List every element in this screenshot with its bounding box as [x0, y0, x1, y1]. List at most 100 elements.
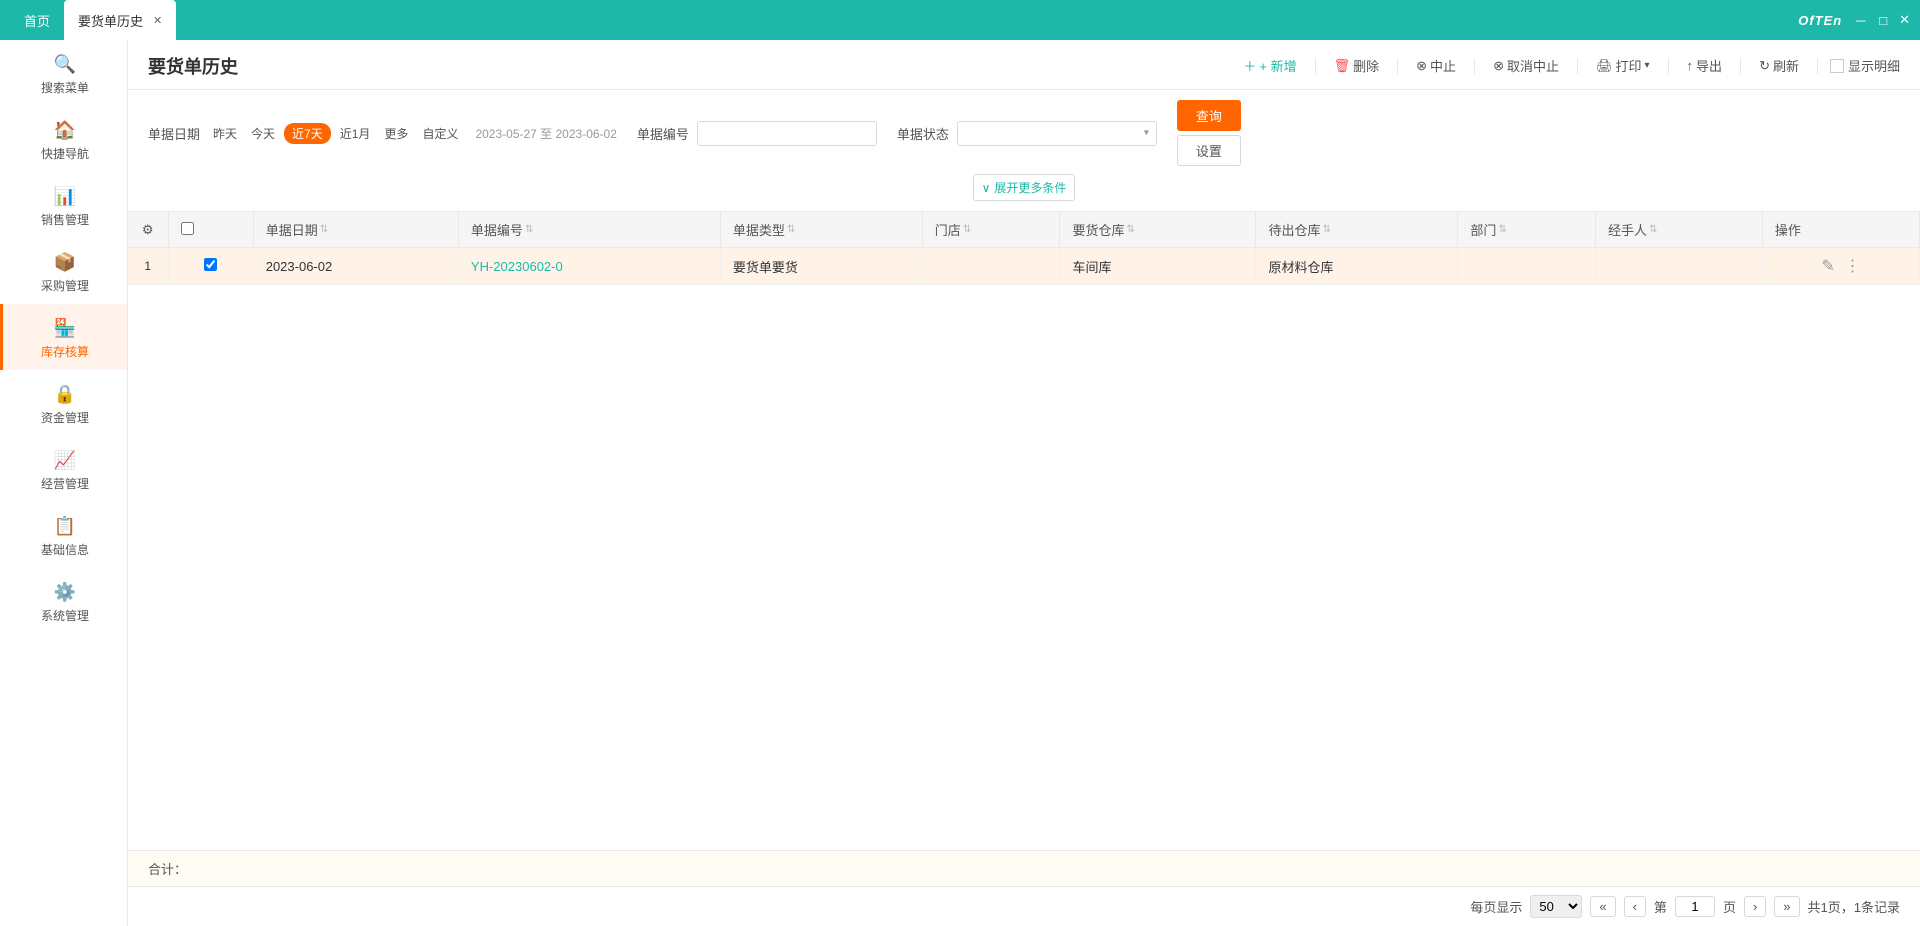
page-input-label: 第: [1654, 897, 1667, 916]
expand-more-icon: ∨: [982, 181, 991, 195]
page-header: 要货单历史 ＋ + 新增 🗑 删除 ⊗ 中止: [128, 40, 1920, 90]
content-area: 要货单历史 ＋ + 新增 🗑 删除 ⊗ 中止: [128, 40, 1920, 926]
col-settings[interactable]: ⚙: [128, 212, 168, 248]
cancel-stop-button[interactable]: ⊗ 取消中止: [1487, 52, 1565, 79]
stop-button[interactable]: ⊗ 中止: [1410, 52, 1462, 79]
col-req-warehouse-header[interactable]: 要货仓库 ⇅: [1060, 212, 1256, 248]
sidebar-item-inventory-calc[interactable]: 🏪 库存核算: [0, 304, 127, 370]
system-mgmt-icon: ⚙️: [54, 582, 76, 603]
purchase-mgmt-icon: 📦: [54, 252, 76, 273]
maximize-icon[interactable]: □: [1879, 13, 1887, 28]
sidebar-item-operations-mgmt[interactable]: 📈 经营管理: [0, 436, 127, 502]
row-edit-icon[interactable]: ✎: [1821, 258, 1834, 275]
date-filter-label: 单据日期: [148, 124, 200, 143]
toolbar: ＋ + 新增 🗑 删除 ⊗ 中止 ⊗: [1237, 52, 1900, 79]
bill-status-select[interactable]: [957, 121, 1157, 146]
sidebar-item-basic-info-label: 基础信息: [41, 541, 89, 558]
sort-req-warehouse-icon: ⇅: [1126, 224, 1134, 235]
sidebar-item-purchase-mgmt[interactable]: 📦 采购管理: [0, 238, 127, 304]
sidebar-item-finance-mgmt-label: 资金管理: [41, 409, 89, 426]
new-label: + 新增: [1259, 56, 1296, 75]
expand-more-button[interactable]: ∨ 展开更多条件: [973, 174, 1076, 201]
row-bill-no[interactable]: YH-20230602-0: [458, 248, 720, 285]
date-btn-1month[interactable]: 近1月: [335, 123, 376, 144]
col-bill-date-header[interactable]: 单据日期 ⇅: [253, 212, 458, 248]
prev-page-button[interactable]: ‹: [1624, 896, 1646, 917]
export-button[interactable]: ↑ 导出: [1681, 52, 1729, 79]
print-button[interactable]: 🖨 打印 ▾: [1590, 52, 1656, 79]
sort-store-icon: ⇅: [963, 224, 971, 235]
col-department-header[interactable]: 部门 ⇅: [1458, 212, 1596, 248]
table-area: ⚙ 单据日期 ⇅ 单据编号: [128, 212, 1920, 850]
divider3: [1474, 58, 1475, 74]
date-shortcuts: 昨天 今天 近7天 近1月 更多 自定义: [208, 123, 463, 144]
inventory-calc-icon: 🏪: [54, 318, 76, 339]
top-bar-right: OfTEn － □ ✕: [1798, 11, 1910, 30]
bill-status-select-wrapper: ▾: [957, 121, 1157, 146]
date-btn-7days[interactable]: 近7天: [284, 123, 331, 144]
sidebar-item-basic-info[interactable]: 📋 基础信息: [0, 502, 127, 568]
col-bill-type-header[interactable]: 单据类型 ⇅: [720, 212, 922, 248]
show-detail-toggle[interactable]: 显示明细: [1830, 56, 1900, 75]
row-req-warehouse: 车间库: [1060, 248, 1256, 285]
show-detail-checkbox[interactable]: [1830, 59, 1844, 73]
row-num: 1: [128, 248, 168, 285]
finance-mgmt-icon: 🔒: [54, 384, 76, 405]
sidebar: 🔍 搜索菜单 🏠 快捷导航 📊 销售管理 📦 采购管理 🏪 库存核算 🔒 资金管…: [0, 40, 128, 926]
next-page-button[interactable]: ›: [1744, 896, 1766, 917]
operations-mgmt-icon: 📈: [54, 450, 76, 471]
table-body: 1 2023-06-02 YH-20230602-0 要货单要货 车间库 原材料…: [128, 248, 1920, 285]
tab-home[interactable]: 首页: [10, 0, 64, 40]
show-detail-label: 显示明细: [1848, 56, 1900, 75]
sort-bill-date-icon: ⇅: [320, 224, 328, 235]
stop-icon: ⊗: [1416, 58, 1427, 74]
row-checkbox[interactable]: [168, 248, 253, 285]
refresh-button[interactable]: ↻ 刷新: [1753, 52, 1805, 79]
main-layout: 🔍 搜索菜单 🏠 快捷导航 📊 销售管理 📦 采购管理 🏪 库存核算 🔒 资金管…: [0, 40, 1920, 926]
sidebar-item-quick-nav[interactable]: 🏠 快捷导航: [0, 106, 127, 172]
query-button[interactable]: 查询: [1177, 100, 1241, 131]
delete-button[interactable]: 🗑 删除: [1328, 52, 1386, 79]
stop-label: 中止: [1430, 56, 1456, 75]
divider1: [1315, 58, 1316, 74]
per-page-select[interactable]: 20 50 100 200: [1530, 895, 1582, 918]
settings-col-icon[interactable]: ⚙: [142, 222, 154, 237]
print-label: 打印: [1616, 56, 1642, 75]
minimize-icon[interactable]: －: [1854, 11, 1867, 30]
last-page-button[interactable]: »: [1774, 896, 1799, 917]
row-pending-warehouse: 原材料仓库: [1256, 248, 1458, 285]
sidebar-item-sales-mgmt[interactable]: 📊 销售管理: [0, 172, 127, 238]
sidebar-item-finance-mgmt[interactable]: 🔒 资金管理: [0, 370, 127, 436]
close-icon[interactable]: ✕: [1899, 12, 1910, 28]
bill-no-label: 单据编号: [637, 124, 689, 143]
bill-status-label: 单据状态: [897, 124, 949, 143]
setting-button[interactable]: 设置: [1177, 135, 1241, 166]
tab-close-icon[interactable]: ✕: [153, 14, 162, 27]
bill-no-input[interactable]: [697, 121, 877, 146]
bill-status-filter-group: 单据状态 ▾: [897, 121, 1157, 146]
sidebar-item-system-mgmt[interactable]: ⚙️ 系统管理: [0, 568, 127, 634]
col-pending-warehouse-header[interactable]: 待出仓库 ⇅: [1256, 212, 1458, 248]
requisition-history-tab-label: 要货单历史: [78, 11, 143, 30]
col-bill-no-header[interactable]: 单据编号 ⇅: [458, 212, 720, 248]
expand-more-label: 展开更多条件: [994, 179, 1066, 196]
select-all-checkbox[interactable]: [181, 222, 194, 235]
divider2: [1397, 58, 1398, 74]
tab-requisition-history[interactable]: 要货单历史 ✕: [64, 0, 176, 40]
total-info: 共1页，1条记录: [1808, 897, 1900, 916]
row-more-icon[interactable]: ⋮: [1844, 258, 1860, 275]
date-btn-today[interactable]: 今天: [246, 123, 280, 144]
date-btn-yesterday[interactable]: 昨天: [208, 123, 242, 144]
page-number-input[interactable]: [1675, 896, 1715, 917]
date-btn-custom[interactable]: 自定义: [417, 123, 463, 144]
col-handler-header[interactable]: 经手人 ⇅: [1596, 212, 1763, 248]
col-store-header[interactable]: 门店 ⇅: [922, 212, 1060, 248]
first-page-button[interactable]: «: [1590, 896, 1615, 917]
date-btn-more[interactable]: 更多: [379, 123, 413, 144]
date-filter-group: 单据日期 昨天 今天 近7天 近1月 更多 自定义 2023-05-27 至 2…: [148, 123, 617, 144]
sidebar-item-inventory-calc-label: 库存核算: [41, 343, 89, 360]
table-header: ⚙ 单据日期 ⇅ 单据编号: [128, 212, 1920, 248]
new-button[interactable]: ＋ + 新增: [1237, 52, 1302, 79]
sidebar-item-search-menu[interactable]: 🔍 搜索菜单: [0, 40, 127, 106]
row-bill-date: 2023-06-02: [253, 248, 458, 285]
